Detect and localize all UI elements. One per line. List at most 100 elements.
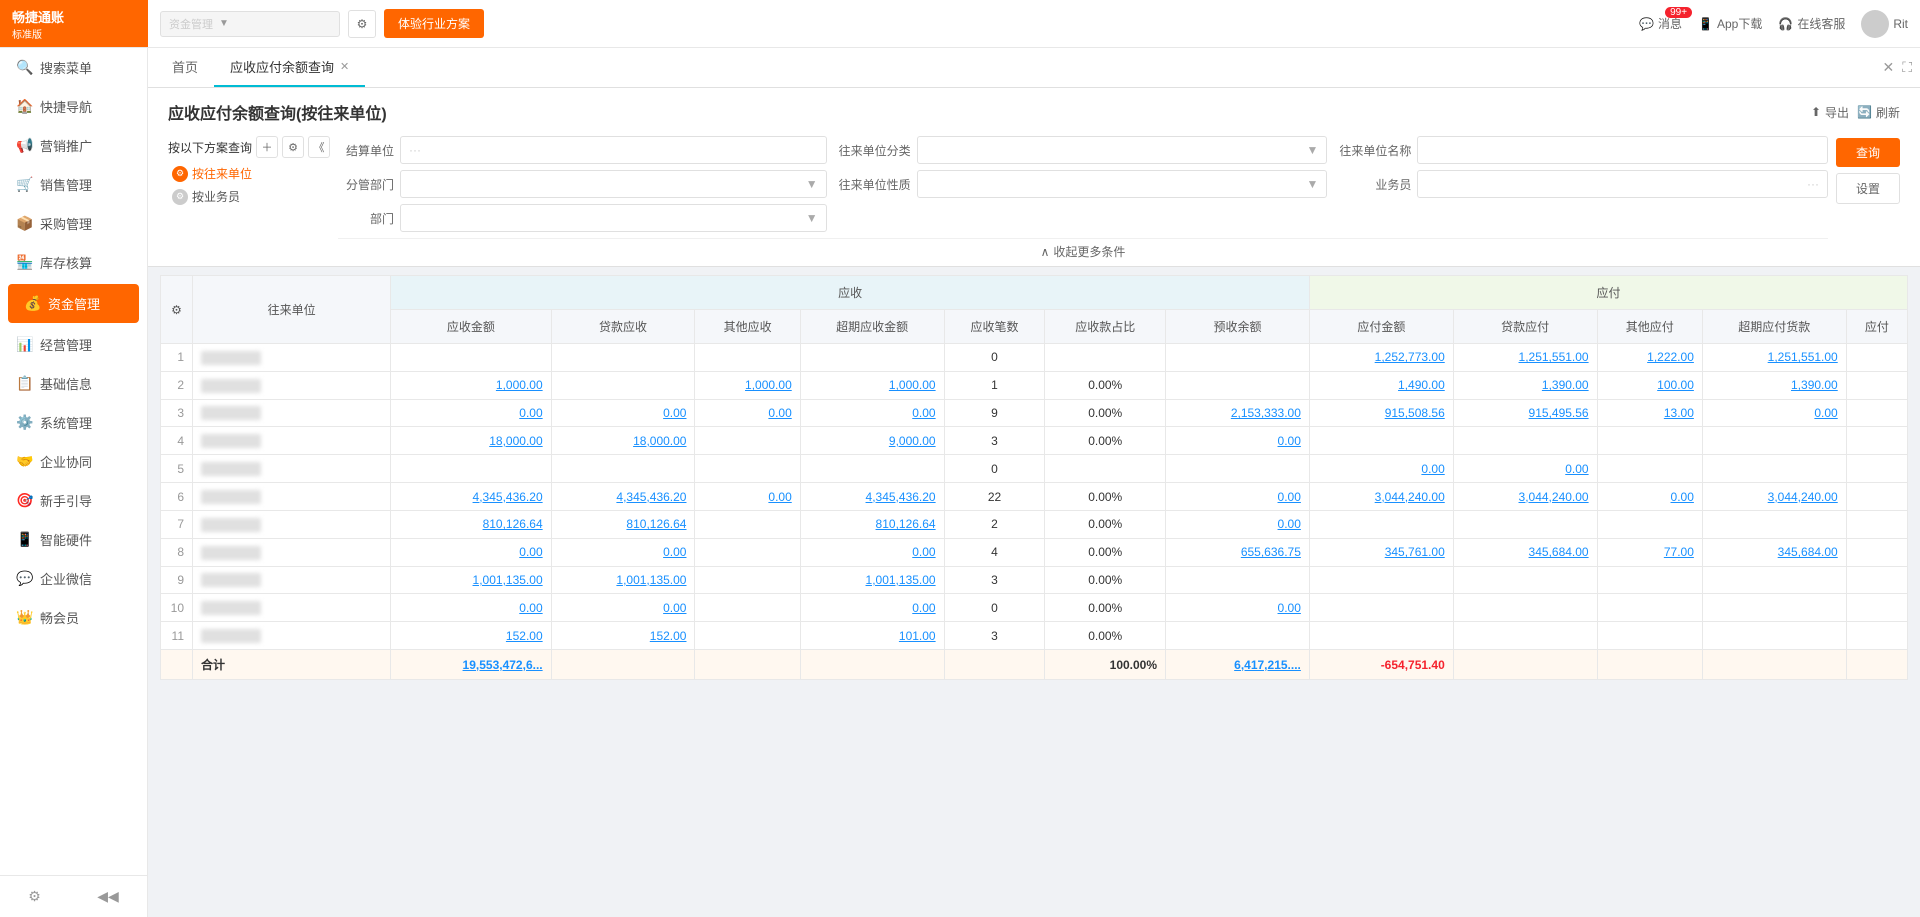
tab-home[interactable]: 首页 xyxy=(156,48,214,87)
sidebar-item-operations[interactable]: 📊 经营管理 xyxy=(0,325,147,364)
cell-overdue_receivable[interactable]: 101.00 xyxy=(800,622,944,650)
dept-input[interactable]: ▼ xyxy=(400,170,827,198)
messages-item[interactable]: 💬 消息 99+ xyxy=(1639,15,1682,32)
cell-overdue_payable[interactable]: 1,390.00 xyxy=(1702,371,1846,399)
cell-loan_receivable[interactable]: 0.00 xyxy=(551,399,695,427)
sidebar-item-basic-info[interactable]: 📋 基础信息 xyxy=(0,364,147,403)
query-button[interactable]: 查询 xyxy=(1836,138,1900,167)
cell-prepaid_balance[interactable]: 0.00 xyxy=(1166,510,1310,538)
filter-by-partner[interactable]: ⚙ 按往来单位 xyxy=(172,162,330,185)
user-item[interactable]: Rit xyxy=(1861,10,1908,38)
cell-receivable_amount[interactable]: 4,345,436.20 xyxy=(391,483,551,511)
sidebar-item-guide[interactable]: 🎯 新手引导 xyxy=(0,481,147,520)
cell-payable_amount[interactable]: 915,508.56 xyxy=(1309,399,1453,427)
cell-overdue_payable[interactable]: 345,684.00 xyxy=(1702,538,1846,566)
breadcrumb-area[interactable]: 资金管理 ▼ xyxy=(160,11,340,37)
cell-other_receivable[interactable]: 0.00 xyxy=(695,483,800,511)
cell-receivable_amount[interactable]: 0.00 xyxy=(391,594,551,622)
cell-payable_amount[interactable]: 1,252,773.00 xyxy=(1309,344,1453,372)
cell-receivable_amount[interactable]: 1,000.00 xyxy=(391,371,551,399)
cell-loan_receivable[interactable]: 18,000.00 xyxy=(551,427,695,455)
sidebar-item-corp-collab[interactable]: 🤝 企业协同 xyxy=(0,442,147,481)
cell-loan_payable[interactable]: 3,044,240.00 xyxy=(1453,483,1597,511)
salesman-input[interactable]: ··· xyxy=(1417,170,1828,198)
settings-button[interactable]: 设置 xyxy=(1836,173,1900,204)
cell-prepaid_balance[interactable]: 2,153,333.00 xyxy=(1166,399,1310,427)
sidebar-item-system[interactable]: ⚙️ 系统管理 xyxy=(0,403,147,442)
tab-balance-query[interactable]: 应收应付余额查询 ✕ xyxy=(214,48,365,87)
cell-other_payable[interactable]: 13.00 xyxy=(1597,399,1702,427)
cell-receivable_amount[interactable]: 810,126.64 xyxy=(391,510,551,538)
cell-loan_payable[interactable]: 1,251,551.00 xyxy=(1453,344,1597,372)
partner-name-input[interactable] xyxy=(1417,136,1828,164)
cell-loan_payable[interactable]: 345,684.00 xyxy=(1453,538,1597,566)
tab-close-icon[interactable]: ✕ xyxy=(340,60,349,73)
cell-other_receivable[interactable]: 0.00 xyxy=(695,399,800,427)
cell-receivable_amount[interactable]: 18,000.00 xyxy=(391,427,551,455)
cell-receivable_amount[interactable]: 1,001,135.00 xyxy=(391,566,551,594)
cell-loan_payable[interactable]: 0.00 xyxy=(1453,455,1597,483)
cell-loan_payable[interactable]: 915,495.56 xyxy=(1453,399,1597,427)
cell-loan_payable[interactable]: 1,390.00 xyxy=(1453,371,1597,399)
export-button[interactable]: ⬆ 导出 xyxy=(1811,104,1849,121)
sidebar-item-marketing[interactable]: 📢 营销推广 xyxy=(0,126,147,165)
sidebar-item-quicknav[interactable]: 🏠 快捷导航 xyxy=(0,87,147,126)
sidebar-item-member[interactable]: 👑 畅会员 xyxy=(0,598,147,637)
cell-loan_receivable[interactable]: 0.00 xyxy=(551,538,695,566)
cell-loan_receivable[interactable]: 4,345,436.20 xyxy=(551,483,695,511)
cell-overdue_receivable[interactable]: 1,001,135.00 xyxy=(800,566,944,594)
cell-prepaid_balance[interactable]: 0.00 xyxy=(1166,594,1310,622)
sidebar-item-inventory[interactable]: 🏪 库存核算 xyxy=(0,243,147,282)
cell-payable_amount[interactable]: 345,761.00 xyxy=(1309,538,1453,566)
cell-other_payable[interactable]: 100.00 xyxy=(1597,371,1702,399)
cell-loan_receivable[interactable]: 0.00 xyxy=(551,594,695,622)
cell-overdue_receivable[interactable]: 0.00 xyxy=(800,399,944,427)
sidebar-item-wechat[interactable]: 💬 企业微信 xyxy=(0,559,147,598)
cell-prepaid_balance[interactable]: 0.00 xyxy=(1166,483,1310,511)
sidebar-item-purchase[interactable]: 📦 采购管理 xyxy=(0,204,147,243)
partner-category-input[interactable]: ▼ xyxy=(917,136,1328,164)
cell-receivable_amount[interactable]: 0.00 xyxy=(391,399,551,427)
cell-overdue_receivable[interactable]: 0.00 xyxy=(800,594,944,622)
sidebar-collapse-btn[interactable]: ◀◀ xyxy=(89,884,127,909)
cell-overdue_payable[interactable]: 1,251,551.00 xyxy=(1702,344,1846,372)
tab-maximize-btn[interactable]: ⛶ xyxy=(1902,59,1912,76)
total-receivable-amount[interactable]: 19,553,472,6... xyxy=(391,650,551,680)
add-scheme-btn[interactable]: ＋ xyxy=(256,136,278,158)
cell-receivable_amount[interactable]: 152.00 xyxy=(391,622,551,650)
cell-overdue_receivable[interactable]: 810,126.64 xyxy=(800,510,944,538)
online-service-item[interactable]: 🎧 在线客服 xyxy=(1778,15,1845,32)
cell-prepaid_balance[interactable]: 655,636.75 xyxy=(1166,538,1310,566)
sidebar-item-search[interactable]: 🔍 搜索菜单 xyxy=(0,48,147,87)
cell-loan_receivable[interactable]: 1,001,135.00 xyxy=(551,566,695,594)
cell-payable_amount[interactable]: 0.00 xyxy=(1309,455,1453,483)
cell-overdue_receivable[interactable]: 9,000.00 xyxy=(800,427,944,455)
cell-overdue_receivable[interactable]: 1,000.00 xyxy=(800,371,944,399)
cell-prepaid_balance[interactable]: 0.00 xyxy=(1166,427,1310,455)
cell-other_receivable[interactable]: 1,000.00 xyxy=(695,371,800,399)
sidebar-item-finance[interactable]: 💰 资金管理 xyxy=(8,284,139,323)
department-input[interactable]: ▼ xyxy=(400,204,827,232)
cell-overdue_receivable[interactable]: 4,345,436.20 xyxy=(800,483,944,511)
cell-payable_amount[interactable]: 3,044,240.00 xyxy=(1309,483,1453,511)
settlement-input[interactable]: ··· xyxy=(400,136,827,164)
trial-button[interactable]: 体验行业方案 xyxy=(384,9,484,38)
partner-nature-input[interactable]: ▼ xyxy=(917,170,1328,198)
cell-loan_receivable[interactable]: 810,126.64 xyxy=(551,510,695,538)
cell-payable_amount[interactable]: 1,490.00 xyxy=(1309,371,1453,399)
total-prepaid[interactable]: 6,417,215.... xyxy=(1166,650,1310,680)
th-settings[interactable]: ⚙ xyxy=(161,276,193,344)
cell-overdue_payable[interactable]: 0.00 xyxy=(1702,399,1846,427)
settings-scheme-btn[interactable]: ⚙ xyxy=(282,136,304,158)
app-download-item[interactable]: 📱 App下载 xyxy=(1698,15,1762,32)
filter-by-salesman[interactable]: ⚙ 按业务员 xyxy=(172,185,330,208)
collapse-scheme-btn[interactable]: 《 xyxy=(308,136,330,158)
sidebar-item-sales[interactable]: 🛒 销售管理 xyxy=(0,165,147,204)
refresh-button[interactable]: 🔄 刷新 xyxy=(1857,104,1900,121)
cell-overdue_payable[interactable]: 3,044,240.00 xyxy=(1702,483,1846,511)
tab-minimize-btn[interactable]: ✕ xyxy=(1882,59,1894,76)
gear-button[interactable]: ⚙ xyxy=(348,10,376,38)
sidebar-settings-btn[interactable]: ⚙ xyxy=(20,884,49,909)
cell-other_payable[interactable]: 0.00 xyxy=(1597,483,1702,511)
cell-receivable_amount[interactable]: 0.00 xyxy=(391,538,551,566)
